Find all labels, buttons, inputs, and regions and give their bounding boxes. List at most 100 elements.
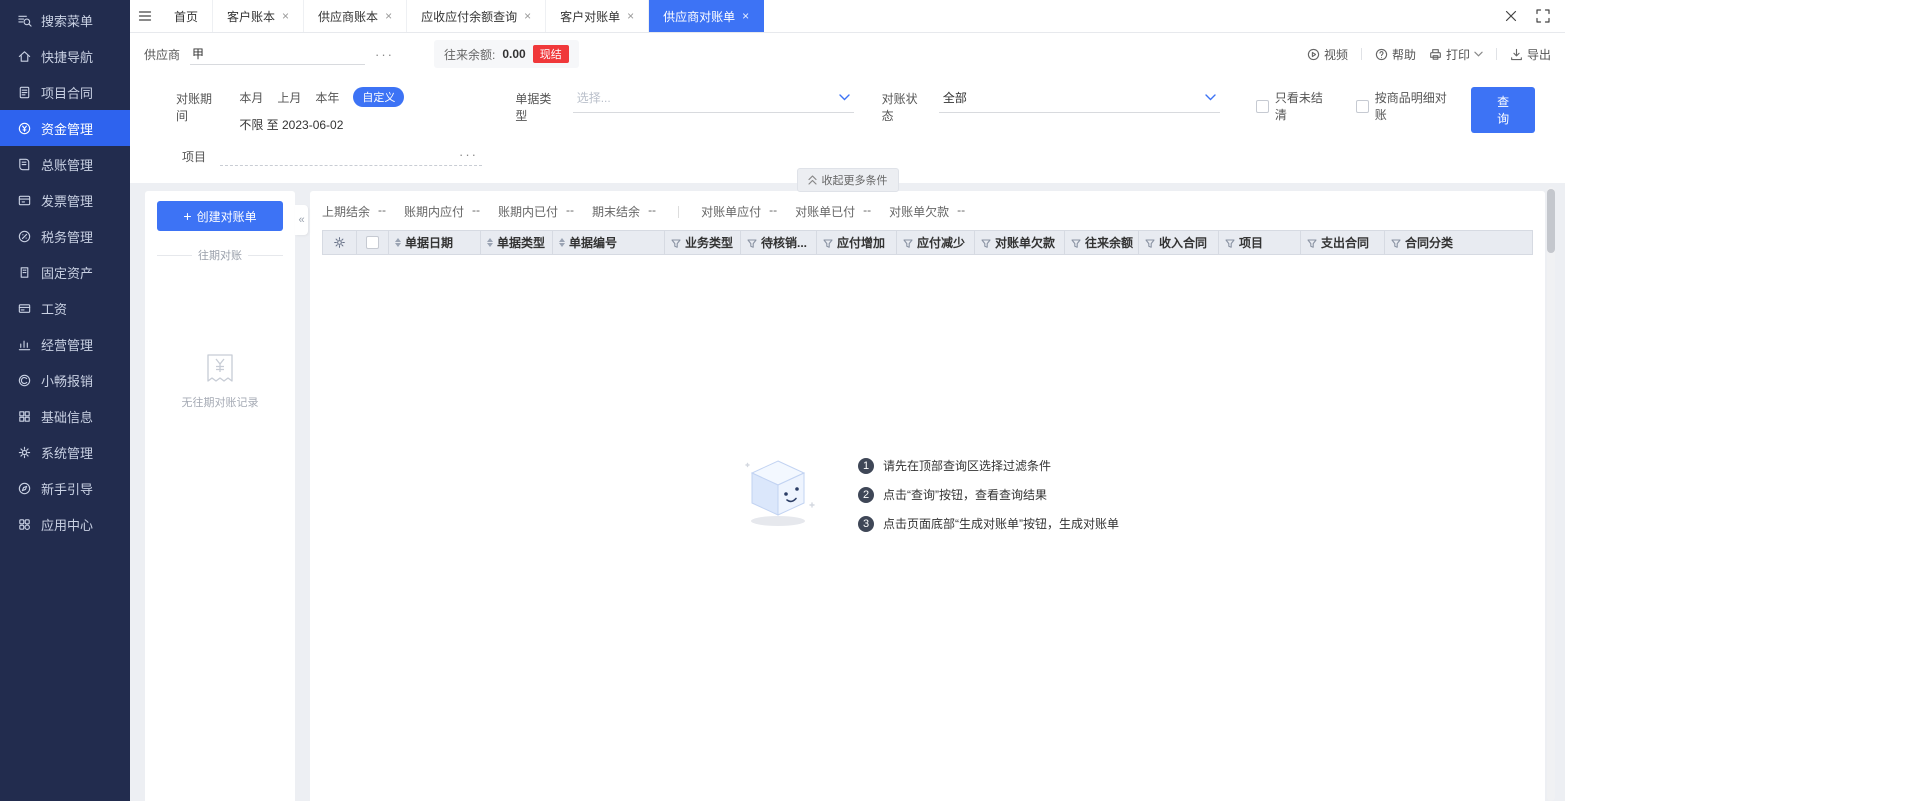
tab-label: 供应商账本 xyxy=(318,9,379,24)
supplier-input[interactable] xyxy=(190,43,366,65)
sidebar: 搜索菜单 快捷导航 项目合同 资金管理 总账管理 发票管理 税务管理 固定资产 xyxy=(0,0,130,801)
sidebar-item-reimburse[interactable]: 小畅报销 xyxy=(0,362,130,398)
sidebar-item-quick-nav[interactable]: 快捷导航 xyxy=(0,38,130,74)
sidebar-item-invoice-mgmt[interactable]: 发票管理 xyxy=(0,182,130,218)
sidebar-item-label: 快捷导航 xyxy=(41,49,94,65)
status-select[interactable]: 全部 xyxy=(938,87,1220,113)
col-payable-increase[interactable]: 应付增加 xyxy=(817,231,897,254)
sidebar-item-fixed-assets[interactable]: 固定资产 xyxy=(0,254,130,290)
sidebar-item-system-mgmt[interactable]: 系统管理 xyxy=(0,434,130,470)
panel-collapse-handle[interactable]: « xyxy=(295,205,308,235)
vertical-scrollbar[interactable] xyxy=(1547,187,1555,801)
filter-icon[interactable] xyxy=(981,238,991,248)
sidebar-item-project-contract[interactable]: 项目合同 xyxy=(0,74,130,110)
tab-close-icon[interactable]: × xyxy=(627,9,634,23)
period-this-year-button[interactable]: 本年 xyxy=(315,89,339,106)
sidebar-item-app-center[interactable]: 应用中心 xyxy=(0,506,130,542)
fullscreen-icon[interactable] xyxy=(1536,9,1550,23)
by-item-detail-checkbox[interactable]: 按商品明细对账 xyxy=(1355,87,1458,123)
print-button[interactable]: 打印 xyxy=(1429,46,1483,63)
sort-icon[interactable] xyxy=(559,238,565,247)
query-button[interactable]: 查询 xyxy=(1471,87,1535,133)
tab-supplier-statement[interactable]: 供应商对账单 × xyxy=(649,0,765,32)
col-project[interactable]: 项目 xyxy=(1219,231,1301,254)
col-biz-type[interactable]: 业务类型 xyxy=(665,231,741,254)
help-icon xyxy=(1375,48,1388,61)
tab-customer-ledger[interactable]: 客户账本 × xyxy=(213,0,305,32)
filter-icon[interactable] xyxy=(903,238,913,248)
table-header: 单据日期 单据类型 单据编号 业务类型 待核销... 应付增加 应付减少 对账单… xyxy=(322,230,1533,255)
tab-balance-query[interactable]: 应收应付余额查询 × xyxy=(407,0,547,32)
project-more-button[interactable]: ··· xyxy=(459,147,478,162)
sidebar-item-beginner-guide[interactable]: 新手引导 xyxy=(0,470,130,506)
col-expense-contract[interactable]: 支出合同 xyxy=(1301,231,1385,254)
period-custom-button[interactable]: 自定义 xyxy=(353,87,405,107)
double-chevron-up-icon xyxy=(807,175,817,185)
video-button[interactable]: 视频 xyxy=(1307,46,1348,63)
tab-supplier-ledger[interactable]: 供应商账本 × xyxy=(304,0,408,32)
period-last-month-button[interactable]: 上月 xyxy=(277,89,301,106)
col-doc-type[interactable]: 单据类型 xyxy=(481,231,553,254)
sidebar-item-base-info[interactable]: 基础信息 xyxy=(0,398,130,434)
col-contract-category[interactable]: 合同分类 xyxy=(1385,231,1532,254)
create-statement-button[interactable]: + 创建对账单 xyxy=(157,201,283,231)
filter-icon[interactable] xyxy=(1391,238,1401,248)
col-pending-writeoff[interactable]: 待核销... xyxy=(741,231,817,254)
stat-item: 期末结余 -- xyxy=(592,203,657,219)
filter-icon[interactable] xyxy=(1145,238,1155,248)
period-range-value[interactable]: 不限 至 2023-06-02 xyxy=(239,116,515,133)
tab-label: 客户对账单 xyxy=(560,9,621,24)
filter-icon[interactable] xyxy=(1071,238,1081,248)
filter-icon[interactable] xyxy=(823,238,833,248)
sidebar-item-search-menu[interactable]: 搜索菜单 xyxy=(0,2,130,38)
sidebar-item-tax-mgmt[interactable]: 税务管理 xyxy=(0,218,130,254)
tax-icon xyxy=(17,229,32,244)
supplier-more-button[interactable]: ··· xyxy=(375,47,394,62)
sidebar-item-business-mgmt[interactable]: 经营管理 xyxy=(0,326,130,362)
sort-icon[interactable] xyxy=(395,238,401,247)
balance-box: 往来余额: 0.00 现结 xyxy=(434,40,579,68)
compass-icon xyxy=(17,481,32,496)
unsettled-only-checkbox[interactable]: 只看未结清 xyxy=(1255,87,1334,123)
col-current-balance[interactable]: 往来余额 xyxy=(1065,231,1139,254)
tab-close-icon[interactable]: × xyxy=(282,9,289,23)
tab-close-icon[interactable]: × xyxy=(385,9,392,23)
checkbox-icon xyxy=(1355,99,1369,113)
project-label: 项目 xyxy=(182,150,207,164)
col-doc-no[interactable]: 单据编号 xyxy=(553,231,665,254)
export-button[interactable]: 导出 xyxy=(1510,46,1551,63)
tab-home[interactable]: 首页 xyxy=(160,0,214,32)
sidebar-item-funds-mgmt[interactable]: 资金管理 xyxy=(0,110,130,146)
close-icon[interactable] xyxy=(1504,9,1518,23)
col-doc-date[interactable]: 单据日期 xyxy=(389,231,481,254)
filter-icon[interactable] xyxy=(671,238,681,248)
period-this-month-button[interactable]: 本月 xyxy=(239,89,263,106)
sidebar-item-payroll[interactable]: 工资 xyxy=(0,290,130,326)
collapse-more-filters-button[interactable]: 收起更多条件 xyxy=(796,168,899,192)
export-icon xyxy=(1510,48,1523,61)
tab-customer-statement[interactable]: 客户对账单 × xyxy=(546,0,650,32)
filter-panel: 对账期间 本月 上月 本年 自定义 不限 至 2023-06-02 单据类型 选… xyxy=(130,75,1565,192)
help-button[interactable]: 帮助 xyxy=(1375,46,1416,63)
sort-icon[interactable] xyxy=(487,238,493,247)
col-select-all[interactable] xyxy=(357,231,389,254)
checkbox-icon xyxy=(1255,99,1269,113)
divider xyxy=(1360,48,1362,60)
col-payable-decrease[interactable]: 应付减少 xyxy=(897,231,975,254)
scrollbar-thumb[interactable] xyxy=(1547,189,1555,253)
tab-menu-button[interactable] xyxy=(130,0,160,32)
filter-icon[interactable] xyxy=(1225,238,1235,248)
doc-type-select[interactable]: 选择... xyxy=(572,87,854,113)
col-income-contract[interactable]: 收入合同 xyxy=(1139,231,1219,254)
sidebar-item-general-ledger[interactable]: 总账管理 xyxy=(0,146,130,182)
tab-close-icon[interactable]: × xyxy=(524,9,531,23)
tab-close-icon[interactable]: × xyxy=(742,9,749,23)
project-field[interactable]: ··· xyxy=(220,147,483,166)
col-settings[interactable] xyxy=(323,231,357,254)
col-statement-debt[interactable]: 对账单欠款 xyxy=(975,231,1065,254)
filter-icon[interactable] xyxy=(1307,238,1317,248)
filter-icon[interactable] xyxy=(747,238,757,248)
stat-item: 账期内已付 -- xyxy=(498,203,575,219)
settle-badge: 现结 xyxy=(532,45,569,63)
content-area: + 创建对账单 往期对账 无往期对账记录 « 上期结余 -- 账期内应付 -- … xyxy=(130,183,1565,801)
